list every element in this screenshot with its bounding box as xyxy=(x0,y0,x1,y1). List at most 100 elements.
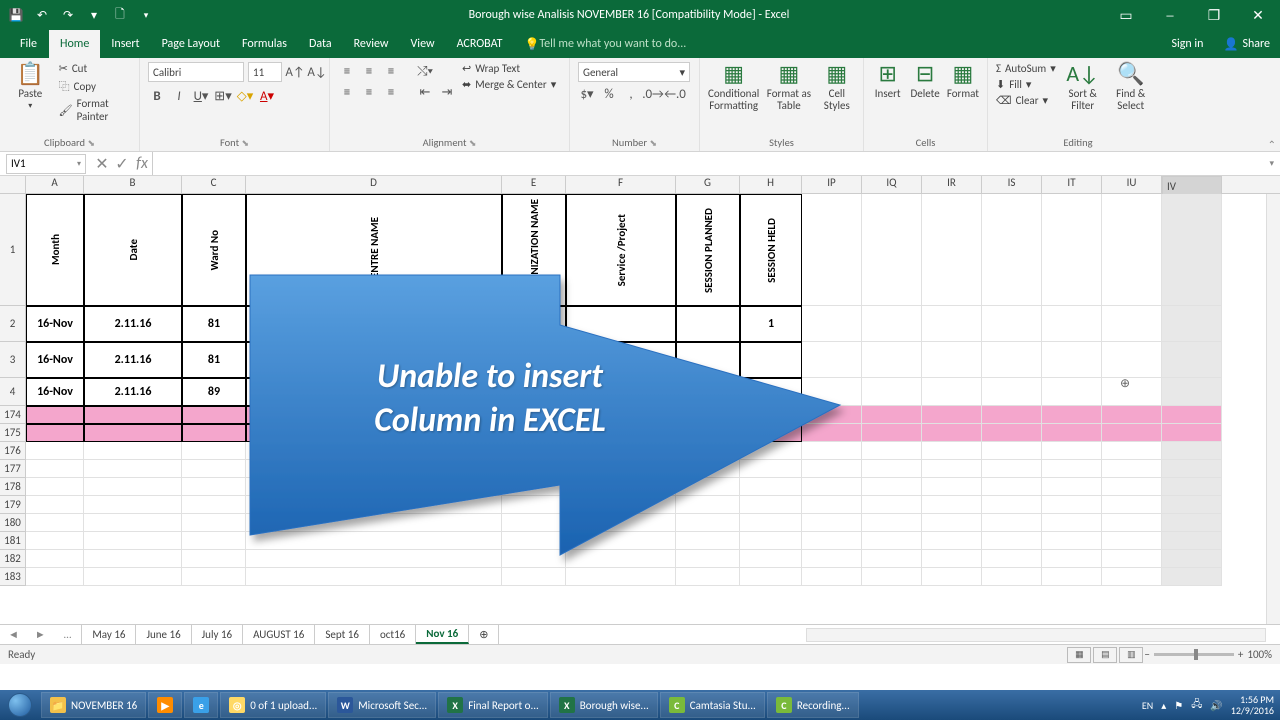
select-all-corner[interactable] xyxy=(0,176,26,193)
tray-flag-icon[interactable]: ⚑ xyxy=(1174,699,1183,712)
cell[interactable]: 16-Nov xyxy=(26,378,84,406)
merge-center-button[interactable]: ⬌ Merge & Center ▾ xyxy=(462,78,556,91)
taskbar-item[interactable]: XBorough wise... xyxy=(550,692,658,718)
cell[interactable] xyxy=(1162,378,1222,406)
col-header-H[interactable]: H xyxy=(740,176,802,193)
cell[interactable] xyxy=(922,514,982,532)
vertical-scrollbar[interactable] xyxy=(1266,194,1280,624)
cell[interactable] xyxy=(982,550,1042,568)
cell[interactable] xyxy=(922,532,982,550)
expand-formula-icon[interactable]: ▾ xyxy=(1263,158,1280,169)
cell[interactable] xyxy=(676,342,740,378)
sheet-tab-june-16[interactable]: June 16 xyxy=(136,625,191,644)
cell[interactable] xyxy=(182,496,246,514)
cell[interactable]: 2.11.16 xyxy=(84,306,182,342)
qat-dd-icon[interactable]: ▾ xyxy=(138,7,154,23)
cell[interactable] xyxy=(502,568,566,586)
close-icon[interactable]: ✕ xyxy=(1236,0,1280,30)
cell[interactable] xyxy=(862,306,922,342)
cell[interactable]: 16-Nov xyxy=(26,342,84,378)
cell[interactable] xyxy=(26,568,84,586)
cell[interactable] xyxy=(740,478,802,496)
row-header[interactable]: 4 xyxy=(0,378,26,406)
redo-icon[interactable]: ↷ xyxy=(60,7,76,23)
cell[interactable] xyxy=(922,378,982,406)
cell[interactable] xyxy=(862,514,922,532)
cell[interactable]: Date xyxy=(84,194,182,306)
cell[interactable] xyxy=(566,460,676,478)
cell[interactable] xyxy=(862,378,922,406)
clear-button[interactable]: ⌫ Clear ▾ xyxy=(996,94,1056,107)
cell[interactable] xyxy=(26,406,84,424)
cell[interactable] xyxy=(566,568,676,586)
cell[interactable] xyxy=(26,424,84,442)
clipboard-launcher-icon[interactable]: ⬊ xyxy=(87,138,95,149)
align-middle-icon[interactable]: ≡ xyxy=(360,62,378,80)
cell[interactable] xyxy=(1102,406,1162,424)
tab-review[interactable]: Review xyxy=(343,30,400,58)
row-header[interactable]: 182 xyxy=(0,550,26,568)
cell[interactable] xyxy=(802,460,862,478)
tray-network-icon[interactable]: 🖧 xyxy=(1191,697,1202,714)
cell[interactable] xyxy=(982,306,1042,342)
fill-color-button[interactable]: ◇▾ xyxy=(236,87,254,105)
orientation-icon[interactable]: ⤭▾ xyxy=(416,62,434,80)
share-button[interactable]: 👤Share xyxy=(1213,37,1280,52)
cell[interactable] xyxy=(1042,532,1102,550)
tray-volume-icon[interactable]: 🔊 xyxy=(1210,699,1222,712)
cell[interactable] xyxy=(246,514,502,532)
cell[interactable] xyxy=(982,378,1042,406)
row-header[interactable]: 179 xyxy=(0,496,26,514)
font-size-select[interactable]: 11 xyxy=(248,62,282,82)
cell[interactable] xyxy=(1102,478,1162,496)
cell-styles-button[interactable]: ▦Cell Styles xyxy=(819,62,855,112)
cell[interactable] xyxy=(84,442,182,460)
cell[interactable] xyxy=(982,496,1042,514)
sheet-tab-oct16[interactable]: oct16 xyxy=(370,625,416,644)
zoom-out-button[interactable]: − xyxy=(1144,648,1149,661)
cell[interactable] xyxy=(566,514,676,532)
cell[interactable] xyxy=(502,342,566,378)
cell[interactable] xyxy=(862,424,922,442)
col-header-IR[interactable]: IR xyxy=(922,176,982,193)
customize-qat-icon[interactable]: ▾ xyxy=(86,7,102,23)
cell[interactable] xyxy=(802,550,862,568)
cell[interactable] xyxy=(982,442,1042,460)
cell[interactable] xyxy=(802,532,862,550)
cell[interactable] xyxy=(1102,514,1162,532)
cell[interactable]: Service /Project xyxy=(566,194,676,306)
cell[interactable] xyxy=(84,550,182,568)
cell[interactable] xyxy=(1042,342,1102,378)
tell-me[interactable]: 💡 Tell me what you want to do... xyxy=(513,30,697,58)
save-icon[interactable]: 💾 xyxy=(8,7,24,23)
cell[interactable] xyxy=(26,514,84,532)
cell[interactable] xyxy=(676,406,740,424)
cell[interactable] xyxy=(1102,460,1162,478)
cell[interactable]: 2.11.16 xyxy=(84,378,182,406)
cell[interactable] xyxy=(1162,460,1222,478)
row-header[interactable]: 3 xyxy=(0,342,26,378)
cell[interactable] xyxy=(982,478,1042,496)
ribbon-options-icon[interactable]: ▭ xyxy=(1104,0,1148,30)
zoom-level[interactable]: 100% xyxy=(1247,648,1272,661)
tab-home[interactable]: Home xyxy=(49,30,100,58)
cell[interactable] xyxy=(922,496,982,514)
tray-up-icon[interactable]: ▴ xyxy=(1161,699,1166,712)
number-format-select[interactable]: General▾ xyxy=(578,62,690,82)
cell[interactable]: 2.11.16 xyxy=(84,342,182,378)
cell[interactable] xyxy=(84,496,182,514)
increase-font-icon[interactable]: A↑ xyxy=(286,63,304,81)
tab-page-layout[interactable]: Page Layout xyxy=(151,30,231,58)
cell[interactable] xyxy=(502,378,566,406)
sheet-tab-sept-16[interactable]: Sept 16 xyxy=(315,625,370,644)
taskbar-item[interactable]: WMicrosoft Sec... xyxy=(328,692,436,718)
conditional-formatting-button[interactable]: ▦Conditional Formatting xyxy=(708,62,759,112)
align-bottom-icon[interactable]: ≡ xyxy=(382,62,400,80)
cell[interactable] xyxy=(84,568,182,586)
bold-button[interactable]: B xyxy=(148,87,166,105)
normal-view-button[interactable]: ▦ xyxy=(1067,647,1091,663)
cell[interactable] xyxy=(566,378,676,406)
cancel-formula-icon[interactable]: ✕ xyxy=(92,154,112,174)
cell[interactable] xyxy=(802,342,862,378)
cell[interactable] xyxy=(566,306,676,342)
